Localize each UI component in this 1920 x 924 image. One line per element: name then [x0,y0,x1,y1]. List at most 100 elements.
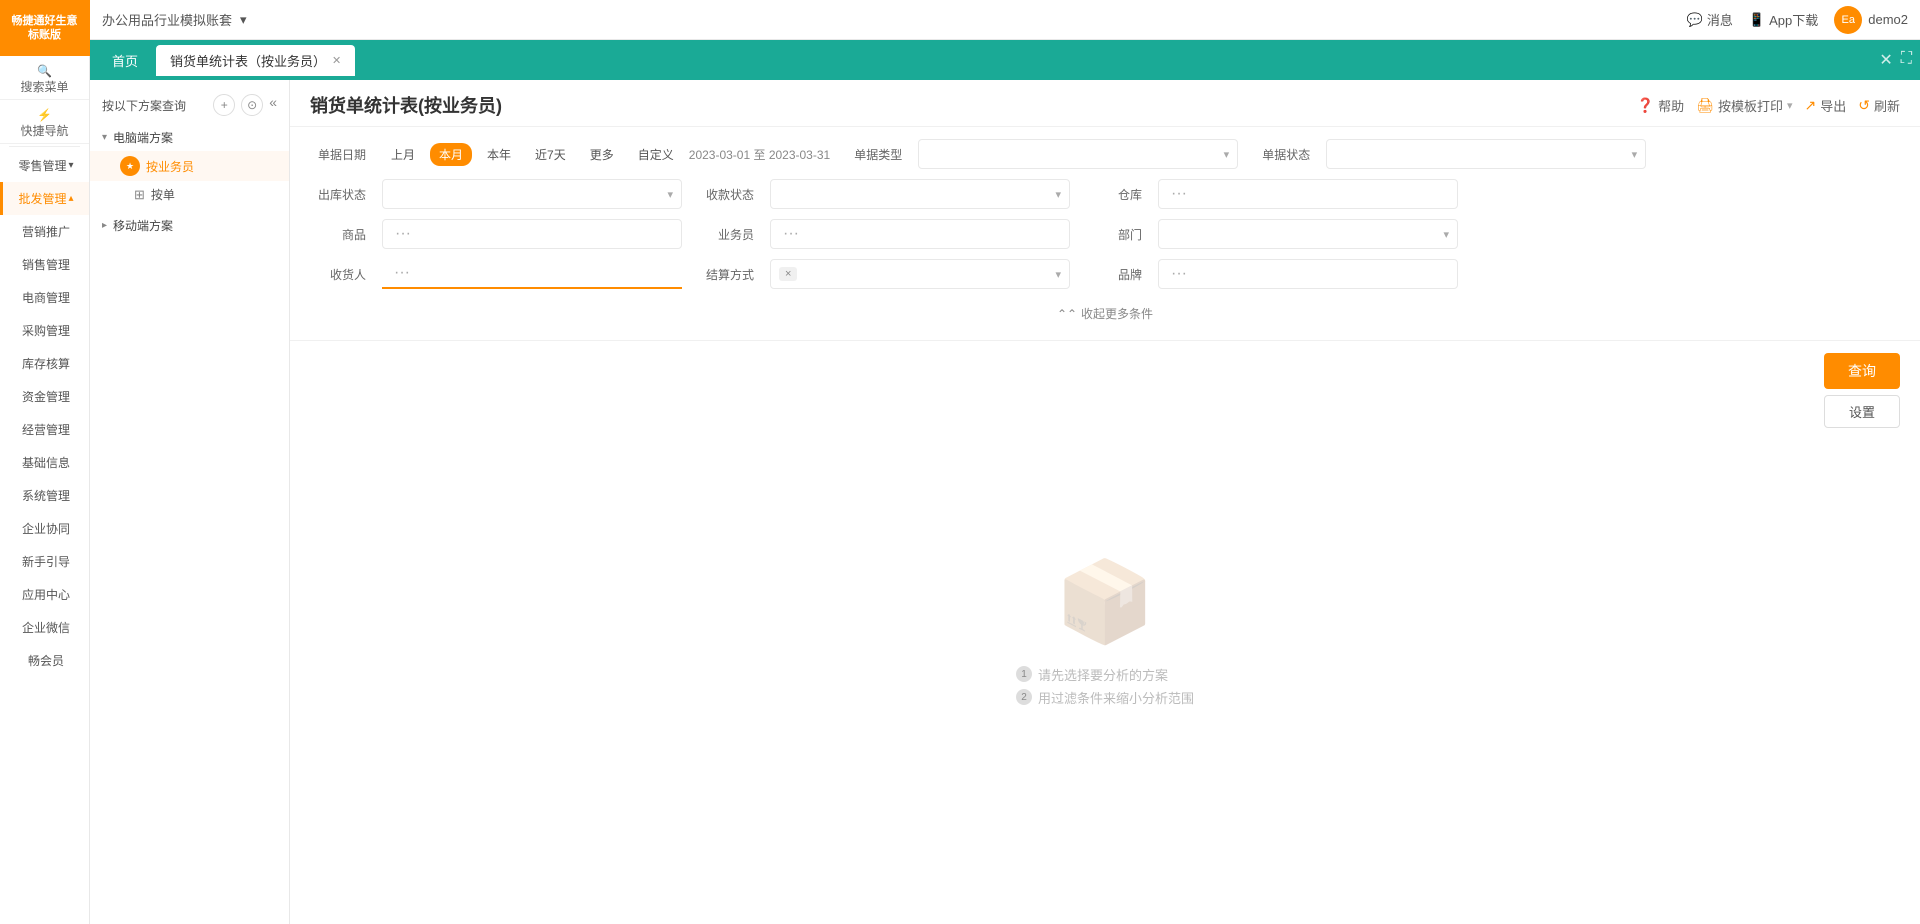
tab-sales-stat[interactable]: 销货单统计表（按业务员） ✕ [156,45,355,76]
refresh-action[interactable]: ↺ 刷新 [1858,96,1900,115]
dept-select[interactable]: ▾ [1158,219,1458,249]
sidebar-item-label: 企业微信 [22,619,70,636]
settings-button[interactable]: 设置 [1824,395,1900,428]
brand-input[interactable]: ··· [1158,259,1458,289]
empty-state: 📦 1 请先选择要分析的方案 2 用过滤条件来缩小分析范围 [290,341,1920,924]
sidebar-item-corp-wechat[interactable]: 企业微信 [0,611,89,644]
app-download-action[interactable]: 📱 App下载 [1749,10,1818,29]
plan-group-header-pc[interactable]: ▾ 电脑端方案 [90,124,289,151]
settle-tag: × [779,267,797,281]
chevron-down-icon: ▾ [1055,188,1061,201]
empty-tips: 1 请先选择要分析的方案 2 用过滤条件来缩小分析范围 [1016,661,1194,711]
staff-ellipsis-icon[interactable]: ··· [779,225,803,243]
doc-status-label: 单据状态 [1254,146,1310,163]
date-btn-last-7[interactable]: 近7天 [526,143,575,166]
collapse-panel-button[interactable]: « [269,94,277,116]
sidebar-item-label: 应用中心 [22,586,70,603]
receipt-status-select[interactable]: ▾ [770,179,1070,209]
sidebar-item-label: 营销推广 [22,223,70,240]
plan-sub-item-by-order[interactable]: ⊞ 按单 [90,181,289,208]
tab-expand-icon[interactable]: ⛶ [1901,50,1912,70]
add-plan-button[interactable]: + [213,94,235,116]
message-icon: 💬 [1687,12,1703,28]
brand-ellipsis-icon[interactable]: ··· [1167,265,1191,283]
staff-input[interactable]: ··· [770,219,1070,249]
sidebar-divider [9,146,80,147]
chevron-up-icon: ⌃⌃ [1057,307,1077,321]
sidebar-item-member[interactable]: 畅会员 [0,644,89,677]
sidebar-item-label: 经营管理 [22,421,70,438]
sidebar-item-system[interactable]: 系统管理 [0,479,89,512]
print-icon: 🖨 [1696,97,1714,114]
sidebar-item-sales[interactable]: 销售管理 [0,248,89,281]
export-label: 导出 [1820,96,1846,115]
sidebar-item-inventory[interactable]: 库存核算 [0,347,89,380]
date-filter-label: 单据日期 [310,146,366,163]
date-btn-this-month[interactable]: 本月 [430,143,472,166]
sidebar-item-app-center[interactable]: 应用中心 [0,578,89,611]
empty-illustration: 📦 [1055,555,1155,649]
sidebar-item-wholesale[interactable]: 批发管理 ▴ [0,182,89,215]
tab-close-icon[interactable]: ✕ [332,54,341,67]
receiver-ellipsis-icon[interactable]: ··· [390,264,414,282]
tip-num-2: 2 [1016,689,1032,705]
sidebar-item-marketing[interactable]: 营销推广 [0,215,89,248]
doc-status-select[interactable]: ▾ [1326,139,1646,169]
breadcrumb-dropdown-icon[interactable]: ▾ [240,12,247,28]
plan-group-header-mobile[interactable]: ▸ 移动端方案 [90,212,289,239]
query-button[interactable]: 查询 [1824,353,1900,389]
sidebar-item-purchase[interactable]: 采购管理 [0,314,89,347]
sidebar-item-retail[interactable]: 零售管理 ▾ [0,149,89,182]
receiver-input[interactable]: ··· [382,259,682,289]
collapse-filter-button[interactable]: ⌃⌃ 收起更多条件 [310,299,1900,328]
warehouse-ellipsis-icon[interactable]: ··· [1167,185,1191,203]
date-btn-custom[interactable]: 自定义 [629,143,683,166]
out-status-select[interactable]: ▾ [382,179,682,209]
app-logo[interactable]: 畅捷通好生意 标账版 [0,0,90,56]
warehouse-label: 仓库 [1086,186,1142,203]
settings-plan-button[interactable]: ⊙ [241,94,263,116]
sub-item-icon: ⊞ [134,187,145,203]
filter-row-3: 商品 ··· 业务员 ··· 部门 ▾ [310,219,1900,249]
sidebar-item-label: 库存核算 [22,355,70,372]
chevron-down-icon: ▾ [1224,148,1230,161]
message-action[interactable]: 💬 消息 [1687,10,1733,29]
tab-home[interactable]: 首页 [98,45,152,76]
left-panel-title: 按以下方案查询 [102,97,186,114]
settle-select[interactable]: × ▾ [770,259,1070,289]
warehouse-input[interactable]: ··· [1158,179,1458,209]
help-action[interactable]: ❓ 帮助 [1637,96,1684,115]
goods-label: 商品 [310,226,366,243]
flash-icon: ⚡ [6,108,83,122]
plan-item-by-staff[interactable]: ★ 按业务员 [90,151,289,181]
sidebar-item-ecom[interactable]: 电商管理 [0,281,89,314]
sidebar-item-enterprise[interactable]: 企业协同 [0,512,89,545]
tip-text-2: 用过滤条件来缩小分析范围 [1038,688,1194,707]
query-area: 查询 设置 📦 1 请先选择要分析的方案 2 用过滤条件来缩小分析范围 [290,341,1920,924]
sidebar-item-search[interactable]: 🔍 搜索菜单 [0,56,89,100]
date-btn-this-year[interactable]: 本年 [478,143,520,166]
brand-label: 品牌 [1086,266,1142,283]
sidebar-item-basic[interactable]: 基础信息 [0,446,89,479]
date-btn-more[interactable]: 更多 [581,143,623,166]
template-print-action[interactable]: 🖨 按模板打印 ▾ [1696,96,1792,115]
app-download-label: App下载 [1769,10,1818,29]
goods-input[interactable]: ··· [382,219,682,249]
date-btn-last-month[interactable]: 上月 [382,143,424,166]
tab-close-all-icon[interactable]: ✕ [1879,50,1892,70]
settle-tag-close[interactable]: × [785,268,791,280]
sidebar-item-finance[interactable]: 资金管理 [0,380,89,413]
goods-ellipsis-icon[interactable]: ··· [391,225,415,243]
plan-group-mobile: ▸ 移动端方案 [90,212,289,239]
sidebar-item-operations[interactable]: 经营管理 [0,413,89,446]
sidebar-item-label: 快捷导航 [6,122,83,139]
date-filter: 上月 本月 本年 近7天 更多 自定义 2023-03-01 至 2023-03… [382,143,830,166]
sidebar-item-quicknav[interactable]: ⚡ 快捷导航 [0,100,89,144]
dept-label: 部门 [1086,226,1142,243]
doc-type-select[interactable]: ▾ [918,139,1238,169]
action-btn-group: 查询 设置 [1824,353,1900,428]
sidebar-item-newbie[interactable]: 新手引导 [0,545,89,578]
user-info[interactable]: Ea demo2 [1834,6,1908,34]
chevron-down-icon: ▾ [667,188,673,201]
export-action[interactable]: ↗ 导出 [1805,96,1847,115]
